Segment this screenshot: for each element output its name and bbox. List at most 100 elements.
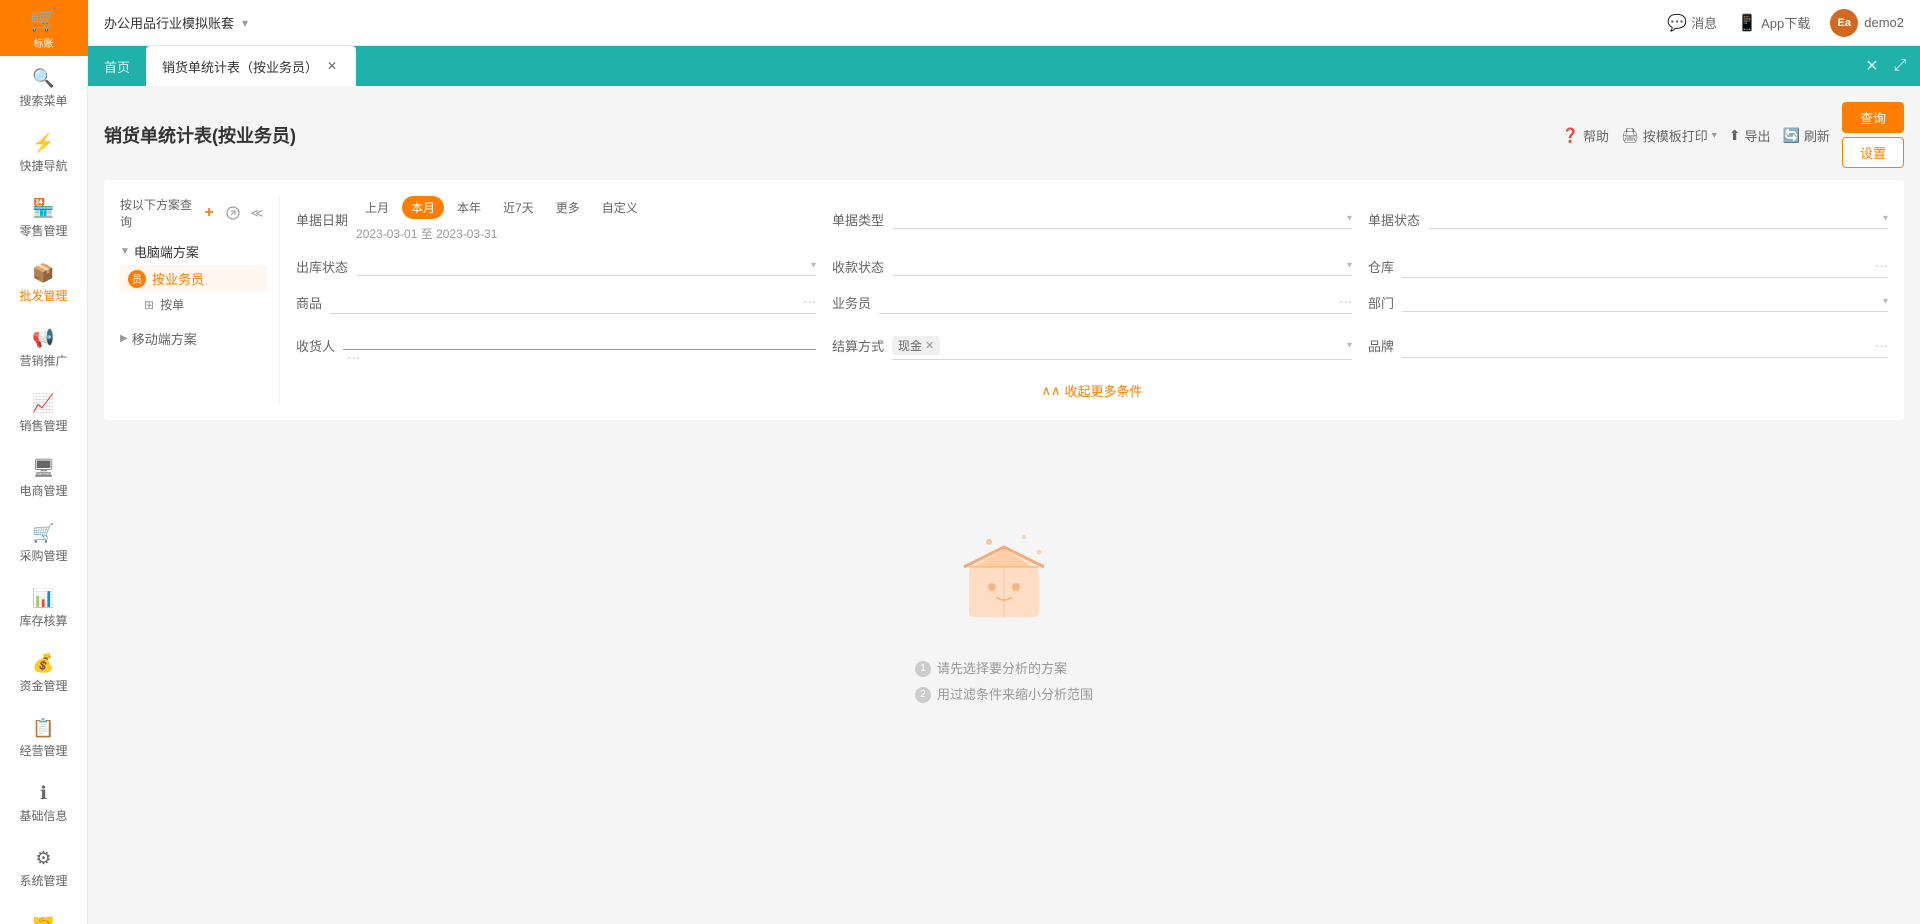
sidebar-item-sales[interactable]: 📈 销售管理 — [0, 381, 87, 446]
tab-close-icon[interactable]: ✕ — [324, 58, 340, 74]
scheme-active-dot: 员 — [128, 270, 146, 288]
tab-home[interactable]: 首页 — [88, 46, 146, 86]
out-status-select[interactable]: ▾ — [356, 256, 816, 276]
sidebar-item-inventory[interactable]: 📊 库存核算 — [0, 576, 87, 641]
consignee-control: ··· — [343, 326, 816, 365]
date-tab-this-month[interactable]: 本月 — [402, 196, 444, 219]
filter-warehouse: 仓库 ··· — [1368, 254, 1888, 278]
dept-select[interactable]: ▾ — [1402, 292, 1888, 312]
filter-row-1: 单据日期 上月 本月 本年 近7天 更多 自定义 2023-03-01 至 — [296, 196, 1888, 242]
filter-sidebar: 按以下方案查询 + ≪ — [120, 196, 280, 404]
sidebar-item-collab[interactable]: 🤝 企业协同 — [0, 901, 87, 924]
brand-control: ··· — [1402, 334, 1888, 358]
warehouse-select[interactable]: ··· — [1402, 254, 1888, 278]
settlement-tag-remove[interactable]: ✕ — [925, 339, 934, 352]
add-scheme-button[interactable]: + — [199, 203, 219, 223]
bill-status-select[interactable]: ▾ — [1428, 209, 1888, 229]
help-button[interactable]: ❓ 帮助 — [1562, 126, 1609, 145]
scheme-item-byorder[interactable]: ⊞ 按单 — [120, 292, 267, 317]
tab-sales-stat[interactable]: 销货单统计表（按业务员） ✕ — [146, 46, 356, 86]
sidebar-item-finance[interactable]: 💰 资金管理 — [0, 641, 87, 706]
page-header: 销货单统计表(按业务员) ❓ 帮助 🖨 按模板打印 ▾ ⬆ 导出 — [104, 102, 1904, 168]
wholesale-icon: 📦 — [32, 263, 54, 284]
scheme-group-header-pc[interactable]: ▼ 电脑端方案 — [120, 238, 267, 265]
bill-type-select[interactable]: ▾ — [892, 209, 1352, 229]
settlement-tag-control[interactable]: 现金 ✕ ▾ — [892, 332, 1352, 360]
sidebar-item-basic[interactable]: ℹ 基础信息 — [0, 771, 87, 836]
empty-illustration — [944, 512, 1064, 632]
date-tab-last-month[interactable]: 上月 — [356, 196, 398, 219]
collapse-filter-button[interactable]: ∧∧ 收起更多条件 — [296, 377, 1888, 404]
receipt-status-arrow-icon: ▾ — [1347, 260, 1352, 271]
filter-sidebar-actions: + ≪ — [199, 203, 267, 223]
scheme-group-header-mobile[interactable]: ▶ 移动端方案 — [120, 325, 267, 352]
inventory-icon: 📊 — [32, 588, 54, 609]
consignee-ellipsis-icon[interactable]: ··· — [347, 350, 360, 365]
salesperson-control: ··· — [879, 290, 1352, 314]
print-icon: 🖨 — [1621, 127, 1639, 144]
filter-receipt-status: 收款状态 ▾ — [832, 254, 1352, 278]
topbar-dropdown-icon[interactable]: ▾ — [242, 16, 248, 30]
settlement-control: 现金 ✕ ▾ — [892, 332, 1352, 360]
avatar: Ea — [1830, 9, 1858, 37]
marketing-icon: 📢 — [32, 328, 54, 349]
query-button[interactable]: 查询 — [1842, 102, 1904, 133]
date-tab-custom[interactable]: 自定义 — [593, 196, 647, 219]
export-button[interactable]: ⬆ 导出 — [1729, 126, 1771, 145]
sidebar-item-system[interactable]: ⚙ 系统管理 — [0, 836, 87, 901]
filter-settlement: 结算方式 现金 ✕ ▾ — [832, 326, 1352, 365]
collapse-sidebar-button[interactable]: ≪ — [247, 203, 267, 223]
sidebar-item-quicknav[interactable]: ⚡ 快捷导航 — [0, 121, 87, 186]
date-tab-more[interactable]: 更多 — [547, 196, 589, 219]
sidebar-item-wholesale[interactable]: 📦 批发管理 — [0, 251, 87, 316]
salesperson-ellipsis-icon[interactable]: ··· — [1339, 294, 1352, 309]
sidebar-item-ecommerce[interactable]: 🖥 电商管理 — [0, 446, 87, 511]
operations-icon: 📋 — [32, 718, 54, 739]
app-title: 办公用品行业模拟账套 — [104, 13, 234, 32]
sidebar-item-marketing[interactable]: 📢 营销推广 — [0, 316, 87, 381]
refresh-icon: 🔄 — [1783, 127, 1800, 144]
topbar-left: 办公用品行业模拟账套 ▾ — [104, 13, 248, 32]
edit-scheme-button[interactable] — [223, 203, 243, 223]
filter-dept: 部门 ▾ — [1368, 290, 1888, 314]
logo-icon: 🛒 — [30, 7, 57, 33]
salesperson-select[interactable]: ··· — [879, 290, 1352, 314]
user-profile[interactable]: Ea demo2 — [1830, 9, 1904, 37]
sidebar-item-retail[interactable]: 🏪 零售管理 — [0, 186, 87, 251]
settlement-arrow-icon[interactable]: ▾ — [1347, 340, 1352, 351]
warehouse-ellipsis-icon[interactable]: ··· — [1875, 258, 1888, 273]
tab-close-all-button[interactable]: ✕ — [1860, 54, 1884, 78]
print-button[interactable]: 🖨 按模板打印 ▾ — [1621, 126, 1717, 145]
brand-ellipsis-icon[interactable]: ··· — [1875, 338, 1888, 353]
print-dropdown-icon[interactable]: ▾ — [1712, 130, 1717, 141]
empty-tips: 1 请先选择要分析的方案 2 用过滤条件来缩小分析范围 — [915, 656, 1093, 708]
ecommerce-icon: 🖥 — [32, 458, 55, 479]
grid-icon: ⊞ — [144, 298, 154, 312]
sidebar-item-operations[interactable]: 📋 经营管理 — [0, 706, 87, 771]
sidebar: 🛒 标账 🔍 搜索菜单 ⚡ 快捷导航 🏪 零售管理 📦 批发管理 📢 营销推广 … — [0, 0, 88, 924]
brand-select[interactable]: ··· — [1402, 334, 1888, 358]
tabbar: 首页 销货单统计表（按业务员） ✕ ✕ ⤢ — [88, 46, 1920, 86]
app-download-button[interactable]: 📱 App下载 — [1737, 13, 1810, 33]
sidebar-item-purchase[interactable]: 🛒 采购管理 — [0, 511, 87, 576]
consignee-input[interactable] — [343, 326, 816, 350]
filter-out-status: 出库状态 ▾ — [296, 254, 816, 278]
scheme-group-pc: ▼ 电脑端方案 员 按业务员 ⊞ 按单 — [120, 238, 267, 317]
topbar: 办公用品行业模拟账套 ▾ 💬 消息 📱 App下载 Ea demo2 — [88, 0, 1920, 46]
filter-panel: 按以下方案查询 + ≪ — [104, 180, 1904, 420]
topbar-right: 💬 消息 📱 App下载 Ea demo2 — [1667, 9, 1904, 37]
receipt-status-select[interactable]: ▾ — [892, 256, 1352, 276]
scheme-item-salesperson[interactable]: 员 按业务员 — [120, 265, 267, 292]
message-button[interactable]: 💬 消息 — [1667, 13, 1717, 33]
empty-state: 1 请先选择要分析的方案 2 用过滤条件来缩小分析范围 — [104, 432, 1904, 788]
goods-select[interactable]: ··· — [330, 290, 816, 314]
date-tab-7days[interactable]: 近7天 — [494, 196, 543, 219]
chevron-right-icon: ▶ — [120, 333, 128, 344]
sidebar-item-search[interactable]: 🔍 搜索菜单 — [0, 56, 87, 121]
setting-button[interactable]: 设置 — [1842, 137, 1904, 168]
refresh-button[interactable]: 🔄 刷新 — [1783, 126, 1830, 145]
receipt-status-control: ▾ — [892, 256, 1352, 276]
goods-ellipsis-icon[interactable]: ··· — [803, 294, 816, 309]
date-tab-this-year[interactable]: 本年 — [448, 196, 490, 219]
tab-expand-button[interactable]: ⤢ — [1888, 54, 1912, 78]
